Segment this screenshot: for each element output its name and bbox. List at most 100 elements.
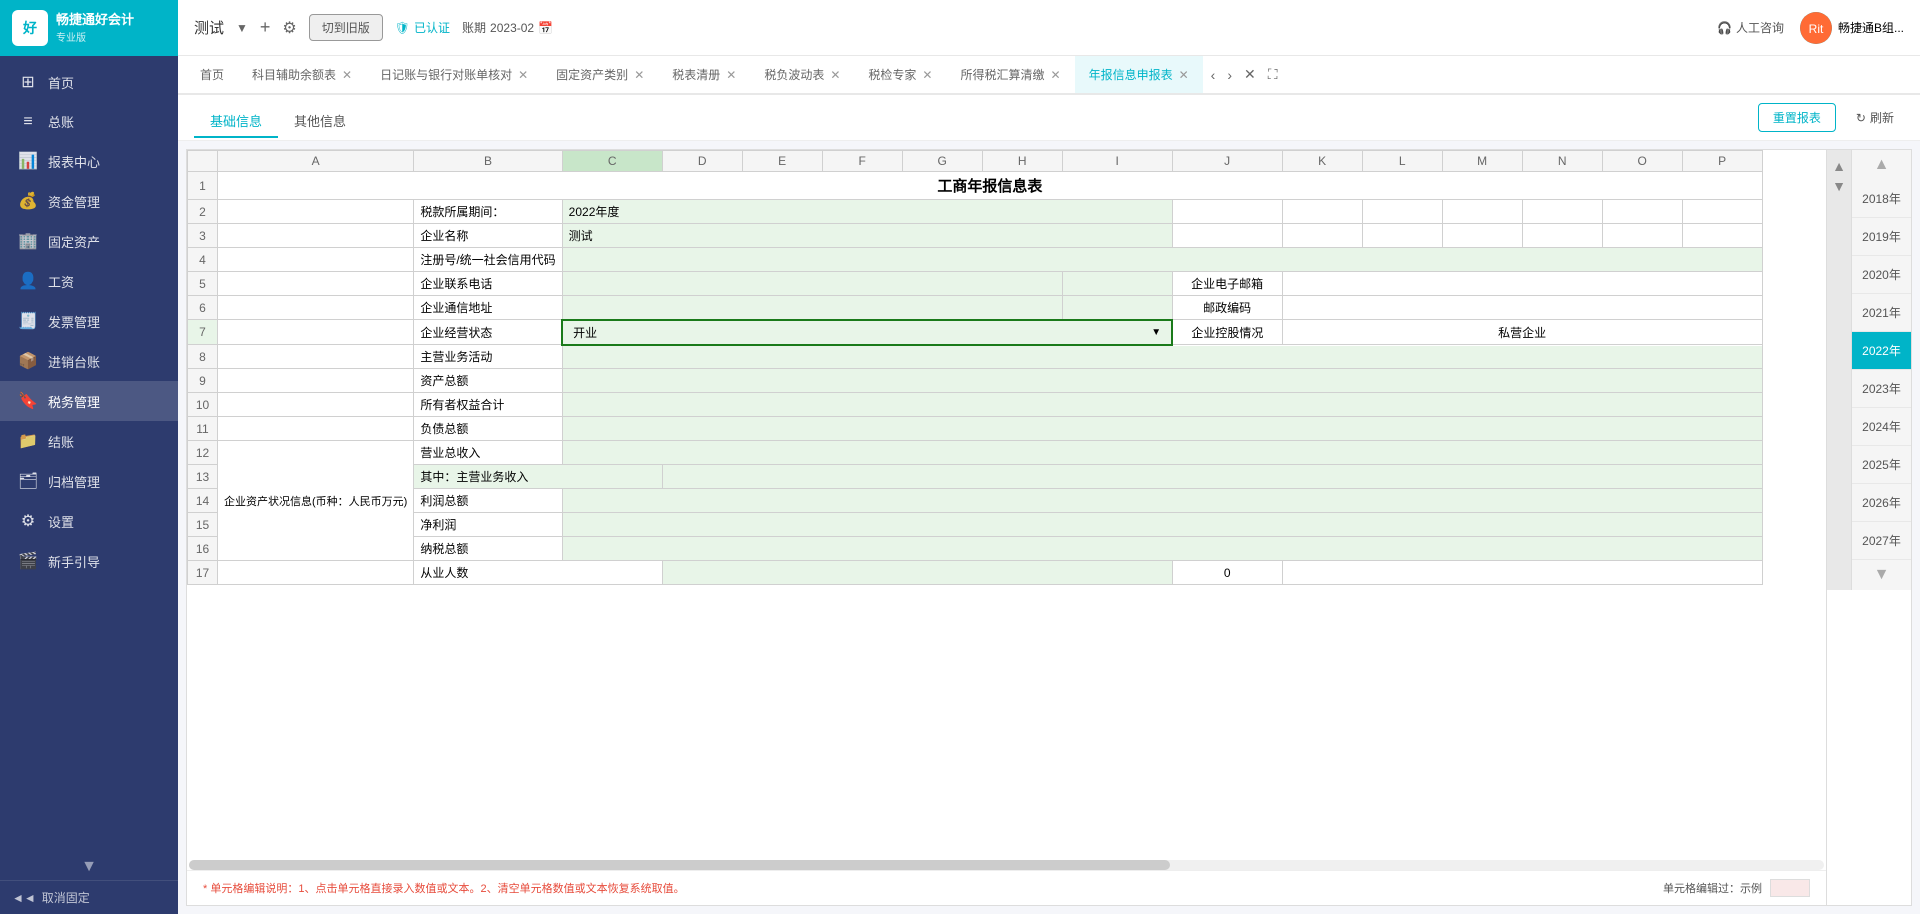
tab-close-btn[interactable]: ✕	[634, 68, 644, 82]
cell[interactable]	[562, 489, 1762, 513]
cell[interactable]	[1442, 200, 1522, 224]
tabs-next-btn[interactable]: ›	[1223, 63, 1236, 87]
sidebar-item-资金管理[interactable]: 💰 资金管理	[0, 181, 178, 221]
cell[interactable]: 利润总额	[414, 489, 562, 513]
year-item[interactable]: 2024年	[1852, 408, 1911, 446]
year-item[interactable]: 2020年	[1852, 256, 1911, 294]
cell[interactable]	[1282, 296, 1762, 320]
sidebar-item-设置[interactable]: ⚙ 设置	[0, 501, 178, 541]
refresh-button[interactable]: ↻ 刷新	[1846, 104, 1904, 131]
cell[interactable]: 注册号/统一社会信用代码	[414, 248, 562, 272]
sidebar-item-工资[interactable]: 👤 工资	[0, 261, 178, 301]
tab-1[interactable]: 科目辅助余额表✕	[238, 56, 366, 95]
cell[interactable]	[1172, 224, 1282, 248]
cell[interactable]: 营业总收入	[414, 441, 562, 465]
cell[interactable]: 所有者权益合计	[414, 393, 562, 417]
calendar-icon[interactable]: 📅	[538, 21, 553, 35]
cell[interactable]: 净利润	[414, 513, 562, 537]
cell[interactable]	[562, 393, 1762, 417]
tab-6[interactable]: 税检专家✕	[854, 56, 946, 95]
switch-version-button[interactable]: 切到旧版	[309, 14, 383, 41]
tab-7[interactable]: 所得税汇算清缴✕	[946, 56, 1074, 95]
service-btn[interactable]: 🎧 人工咨询	[1717, 19, 1784, 36]
cell[interactable]	[1682, 200, 1762, 224]
tab-close-btn[interactable]: ✕	[518, 68, 528, 82]
tab-close-btn[interactable]: ✕	[830, 68, 840, 82]
year-item[interactable]: 2025年	[1852, 446, 1911, 484]
cell[interactable]	[562, 248, 1762, 272]
cell[interactable]: 税款所属期间：	[414, 200, 562, 224]
cell[interactable]: 企业控股情况	[1172, 320, 1282, 345]
cell[interactable]	[218, 320, 414, 345]
cell[interactable]	[1602, 200, 1682, 224]
cell[interactable]	[218, 417, 414, 441]
cell[interactable]	[218, 200, 414, 224]
topbar-dropdown-btn[interactable]: ▼	[236, 21, 248, 35]
sidebar-collapse-btn[interactable]: ◄◄ 取消固定	[0, 880, 178, 914]
tab-8[interactable]: 年报信息申报表✕	[1075, 56, 1203, 95]
cell[interactable]	[1282, 272, 1762, 296]
cell[interactable]: 负债总额	[414, 417, 562, 441]
cell[interactable]	[1442, 224, 1522, 248]
cell[interactable]: 私营企业	[1282, 320, 1762, 345]
tab-close-btn[interactable]: ✕	[1179, 68, 1189, 82]
sidebar-item-税务管理[interactable]: 🔖 税务管理	[0, 381, 178, 421]
cell[interactable]	[1682, 224, 1762, 248]
tab-3[interactable]: 固定资产类别✕	[542, 56, 658, 95]
topbar-add-btn[interactable]: +	[260, 17, 271, 38]
cell[interactable]	[1522, 200, 1602, 224]
sidebar-item-总账[interactable]: ≡ 总账	[0, 102, 178, 141]
cell[interactable]	[1362, 200, 1442, 224]
cell[interactable]: 其中：主营业务收入	[414, 465, 662, 489]
cell[interactable]	[1362, 224, 1442, 248]
year-item[interactable]: 2026年	[1852, 484, 1911, 522]
year-item[interactable]: 2027年	[1852, 522, 1911, 560]
cell[interactable]	[1282, 561, 1762, 585]
cell[interactable]	[562, 296, 1062, 320]
cell[interactable]	[218, 345, 414, 369]
year-item[interactable]: 2021年	[1852, 294, 1911, 332]
tab-5[interactable]: 税负波动表✕	[750, 56, 854, 95]
sidebar-item-首页[interactable]: ⊞ 首页	[0, 62, 178, 102]
cell[interactable]	[562, 345, 1762, 369]
topbar-settings-btn[interactable]: ⚙	[282, 18, 296, 38]
year-item[interactable]: 2019年	[1852, 218, 1911, 256]
cell[interactable]: 邮政编码	[1172, 296, 1282, 320]
panel-up-btn[interactable]: ▲	[1832, 158, 1846, 174]
panel-down-btn[interactable]: ▼	[1832, 178, 1846, 194]
cell[interactable]	[1062, 272, 1172, 296]
cell[interactable]: 企业经营状态	[414, 320, 562, 345]
reset-report-button[interactable]: 重置报表	[1758, 103, 1836, 132]
cell[interactable]	[1062, 296, 1172, 320]
cell[interactable]	[218, 296, 414, 320]
cell[interactable]: 纳税总额	[414, 537, 562, 561]
tabs-prev-btn[interactable]: ‹	[1207, 63, 1220, 87]
cell[interactable]: 测试	[562, 224, 1172, 248]
sidebar-item-归档管理[interactable]: 🗂 归档管理	[0, 461, 178, 501]
cell[interactable]	[562, 441, 1762, 465]
sidebar-item-发票管理[interactable]: 🧾 发票管理	[0, 301, 178, 341]
cell[interactable]	[662, 465, 1762, 489]
user-menu[interactable]: Rit 畅捷通B组...	[1800, 12, 1904, 44]
cell[interactable]	[218, 248, 414, 272]
dropdown-cell[interactable]: 开业▼	[562, 320, 1172, 345]
year-up-btn[interactable]: ▲	[1852, 150, 1911, 180]
cell[interactable]	[562, 417, 1762, 441]
tab-close-btn[interactable]: ✕	[342, 68, 352, 82]
sub-tab-1[interactable]: 其他信息	[278, 105, 362, 138]
sub-tab-0[interactable]: 基础信息	[194, 105, 278, 138]
sidebar-item-新手引导[interactable]: 🎬 新手引导	[0, 541, 178, 581]
cell[interactable]	[1172, 200, 1282, 224]
cell[interactable]	[1522, 224, 1602, 248]
cell[interactable]	[662, 561, 1172, 585]
tabs-close-btn[interactable]: ✕	[1240, 62, 1260, 87]
year-item[interactable]: 2018年	[1852, 180, 1911, 218]
cell[interactable]: 企业名称	[414, 224, 562, 248]
tab-2[interactable]: 日记账与银行对账单核对✕	[366, 56, 542, 95]
cell[interactable]: 企业资产状况信息(币种：人民币万元)	[218, 441, 414, 561]
cell[interactable]	[1282, 224, 1362, 248]
year-down-btn[interactable]: ▼	[1852, 560, 1911, 590]
tab-4[interactable]: 税表清册✕	[658, 56, 750, 95]
sheet-title-cell[interactable]: 工商年报信息表	[218, 172, 1763, 200]
cell[interactable]: 企业电子邮箱	[1172, 272, 1282, 296]
